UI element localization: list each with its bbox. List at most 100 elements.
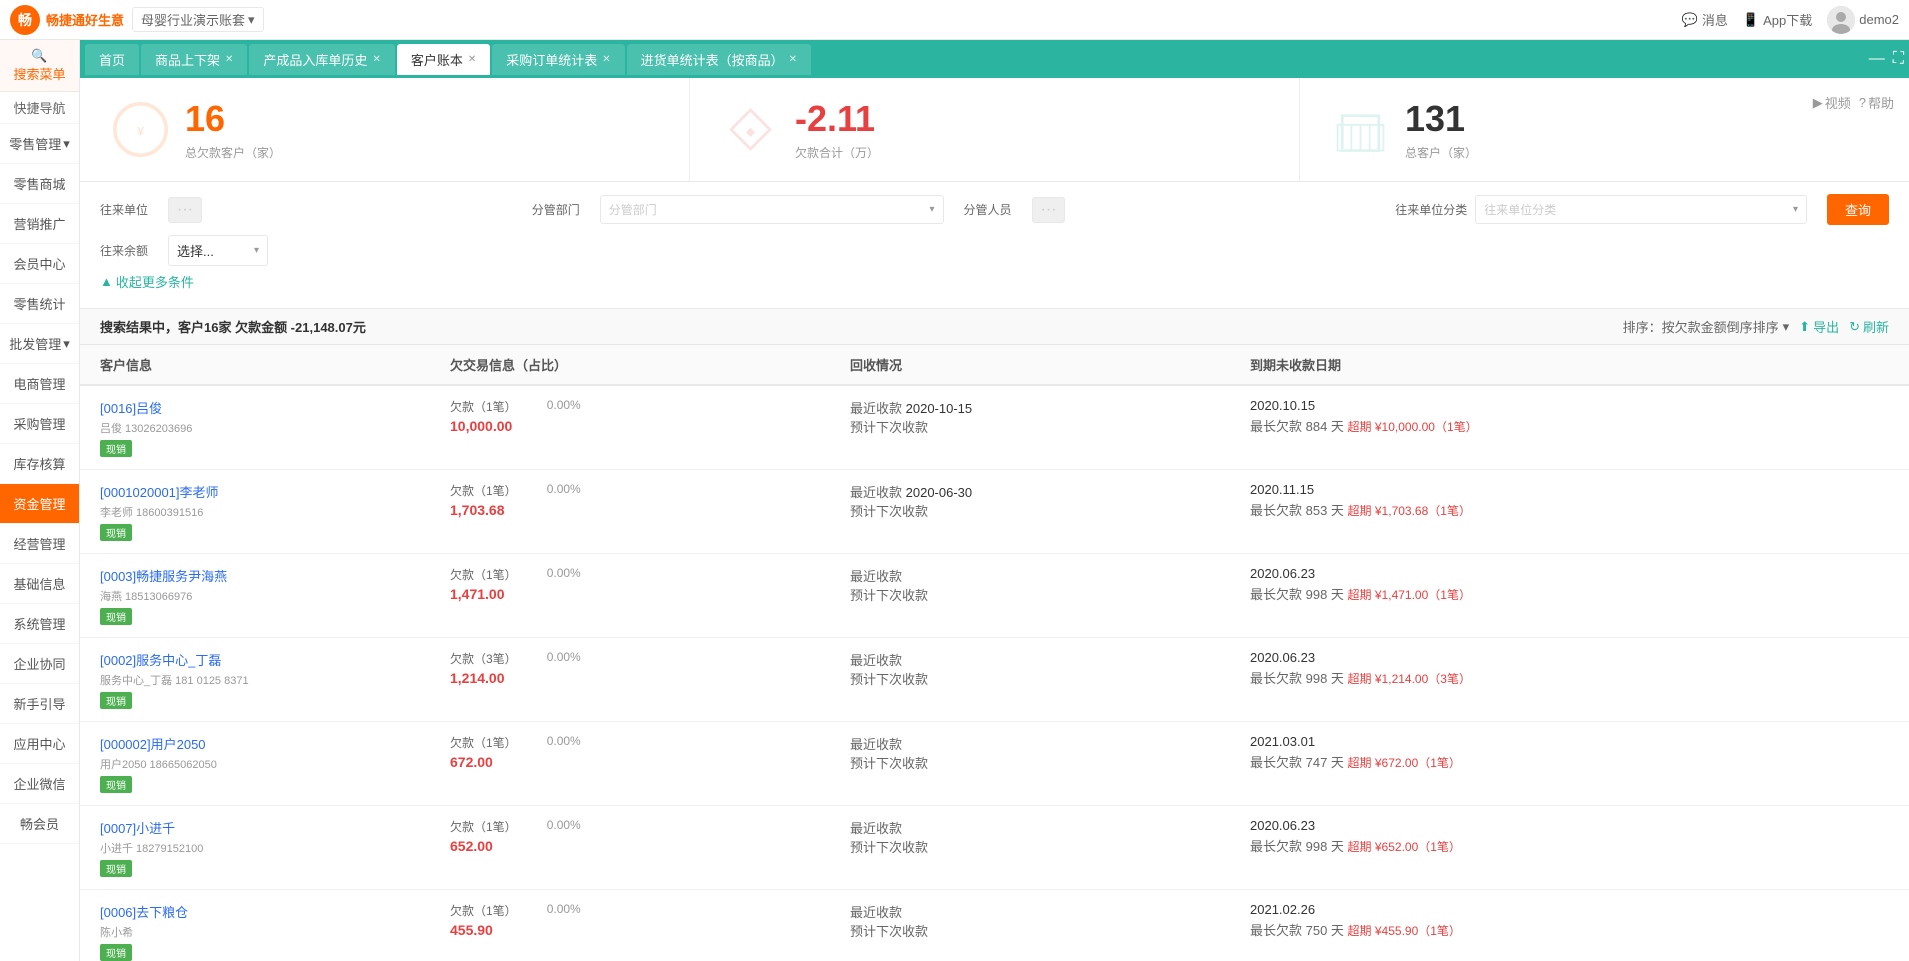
overdue-link-5[interactable]: 超期 ¥652.00（1笔） xyxy=(1348,840,1461,854)
video-help-btn[interactable]: ▶ 视频 xyxy=(1813,93,1851,112)
phone-icon: 📱 xyxy=(1743,12,1759,28)
sidebar-item-purchase[interactable]: 采购管理 xyxy=(0,404,79,444)
sidebar-item-marketing[interactable]: 营销推广 xyxy=(0,204,79,244)
debt-amount-2[interactable]: 1,471.00 xyxy=(450,586,517,602)
debt-amount-1[interactable]: 1,703.68 xyxy=(450,502,517,518)
sidebar-item-basic-info[interactable]: 基础信息 xyxy=(0,564,79,604)
customer-info-0: [0016]吕俊 吕俊 13026203696 现销 xyxy=(100,398,450,457)
table-row: [0006]去下粮仓 陈小希 现销 欠款（1笔） 455.90 0.00% xyxy=(80,890,1909,961)
sidebar-item-vip[interactable]: 畅会员 xyxy=(0,804,79,844)
tab-home[interactable]: 首页 xyxy=(85,44,139,75)
customer-info-1: [0001020001]李老师 李老师 18600391516 现销 xyxy=(100,482,450,541)
th-customer-info: 客户信息 xyxy=(100,355,450,374)
tab-inbound-stats[interactable]: 进货单统计表（按商品） ✕ xyxy=(627,44,811,75)
overdue-info-1: 2020.11.15 最长欠款 853 天 超期 ¥1,703.68（1笔） xyxy=(1250,482,1889,541)
sidebar-item-member[interactable]: 会员中心 xyxy=(0,244,79,284)
tab-purchase-order-stats[interactable]: 采购订单统计表 ✕ xyxy=(492,44,624,75)
table-row: [0001020001]李老师 李老师 18600391516 现销 欠款（1笔… xyxy=(80,470,1909,554)
overdue-link-3[interactable]: 超期 ¥1,214.00（3笔） xyxy=(1348,672,1471,686)
sidebar-item-retail-mall[interactable]: 零售商城 xyxy=(0,164,79,204)
debt-amount-3[interactable]: 1,214.00 xyxy=(450,670,517,686)
customer-name-link-6[interactable]: [0006]去下粮仓 xyxy=(100,905,188,920)
sidebar-item-guide[interactable]: 新手引导 xyxy=(0,684,79,724)
debt-cell-6: 欠款（1笔） 455.90 0.00% xyxy=(450,902,850,961)
overdue-info-4: 2021.03.01 最长欠款 747 天 超期 ¥672.00（1笔） xyxy=(1250,734,1889,793)
tab-customer-account[interactable]: 客户账本 ✕ xyxy=(397,44,490,75)
results-info: 搜索结果中，客户16家 欠款金额 -21,148.07元 xyxy=(100,317,366,336)
export-btn[interactable]: ⬆ 导出 xyxy=(1799,317,1839,336)
debt-amount-4[interactable]: 672.00 xyxy=(450,754,517,770)
sidebar-item-inventory[interactable]: 库存核算 xyxy=(0,444,79,484)
sort-select[interactable]: 排序：按欠款金额倒序排序 ▾ xyxy=(1623,317,1790,336)
debt-amount-5[interactable]: 652.00 xyxy=(450,838,517,854)
overdue-link-2[interactable]: 超期 ¥1,471.00（1笔） xyxy=(1348,588,1471,602)
export-icon: ⬆ xyxy=(1799,319,1810,335)
person-select-btn[interactable]: ··· xyxy=(1032,197,1066,223)
collapse-filter-btn[interactable]: ▲ 收起更多条件 xyxy=(100,272,1889,291)
debt-amount-6[interactable]: 455.90 xyxy=(450,922,517,938)
balance-select[interactable]: 选择... ▾ xyxy=(168,235,268,266)
stat-total-debt-label: 欠款合计（万） xyxy=(795,144,1269,161)
tab-maximize-btn[interactable]: ⛶ xyxy=(1893,50,1904,68)
tab-product-listing[interactable]: 商品上下架 ✕ xyxy=(141,44,247,75)
customer-name-link-1[interactable]: [0001020001]李老师 xyxy=(100,485,219,500)
filter-area: 往来单位 ··· 分管部门 分管部门 ▾ 分管人员 ··· xyxy=(80,182,1909,309)
th-debt-info: 欠交易信息（占比） xyxy=(450,355,850,374)
overdue-link-4[interactable]: 超期 ¥672.00（1笔） xyxy=(1348,756,1461,770)
user-avatar-btn[interactable]: demo2 xyxy=(1827,6,1899,34)
customer-name-link-4[interactable]: [000002]用户2050 xyxy=(100,737,206,752)
question-icon: ? xyxy=(1859,95,1866,110)
sidebar-item-wholesale-mgmt[interactable]: 批发管理▾ xyxy=(0,324,79,364)
overdue-link-6[interactable]: 超期 ¥455.90（1笔） xyxy=(1348,924,1461,938)
sidebar-item-wechat[interactable]: 企业微信 xyxy=(0,764,79,804)
tab-close-inbound[interactable]: ✕ xyxy=(789,54,797,65)
sidebar-item-operations[interactable]: 经营管理 xyxy=(0,524,79,564)
partner-select-btn[interactable]: ··· xyxy=(168,197,202,223)
overdue-link-1[interactable]: 超期 ¥1,703.68（1笔） xyxy=(1348,504,1471,518)
customer-name-link-2[interactable]: [0003]畅捷服务尹海燕 xyxy=(100,569,227,584)
th-collection-status: 回收情况 xyxy=(850,355,1250,374)
sidebar-item-finance[interactable]: 资金管理 xyxy=(0,484,79,524)
collection-cell-2: 最近收款 预计下次收款 xyxy=(850,566,1250,625)
sidebar-search[interactable]: 🔍 搜索菜单 xyxy=(0,40,79,92)
customer-name-link-5[interactable]: [0007]小进千 xyxy=(100,821,175,836)
sidebar-quick-nav[interactable]: 快捷导航 xyxy=(0,92,79,124)
message-btn[interactable]: 💬 消息 xyxy=(1682,10,1728,29)
category-select[interactable]: 往来单位分类 ▾ xyxy=(1475,195,1807,224)
tab-close-production[interactable]: ✕ xyxy=(372,54,380,65)
search-btn[interactable]: 查询 xyxy=(1827,194,1889,225)
tab-production-history[interactable]: 产成品入库单历史 ✕ xyxy=(249,44,394,75)
results-bar: 搜索结果中，客户16家 欠款金额 -21,148.07元 排序：按欠款金额倒序排… xyxy=(80,309,1909,345)
tab-close-purchase[interactable]: ✕ xyxy=(602,54,610,65)
department-select[interactable]: 分管部门 ▾ xyxy=(600,195,944,224)
tab-close-customer[interactable]: ✕ xyxy=(468,54,476,65)
sidebar-item-ecommerce[interactable]: 电商管理 xyxy=(0,364,79,404)
debt-cell-4: 欠款（1笔） 672.00 0.00% xyxy=(450,734,850,793)
tab-close-product-listing[interactable]: ✕ xyxy=(225,54,233,65)
stat-card-total-customers: 131 总客户（家） ▶ 视频 ? 帮助 xyxy=(1300,78,1909,181)
overdue-link-0[interactable]: 超期 ¥10,000.00（1笔） xyxy=(1348,420,1478,434)
customer-name-link-0[interactable]: [0016]吕俊 xyxy=(100,401,162,416)
department-arrow-icon: ▾ xyxy=(929,204,934,215)
debt-amount-0[interactable]: 10,000.00 xyxy=(450,418,517,434)
table-row: [0007]小进千 小进千 18279152100 现销 欠款（1笔） 652.… xyxy=(80,806,1909,890)
stat-card-total-debt: ◆ -2.11 欠款合计（万） xyxy=(690,78,1300,181)
th-due-date: 到期未收款日期 xyxy=(1250,355,1889,374)
tab-minimize-btn[interactable]: — xyxy=(1869,50,1885,68)
refresh-icon: ↻ xyxy=(1849,319,1860,335)
sidebar-item-app-center[interactable]: 应用中心 xyxy=(0,724,79,764)
app-download-btn[interactable]: 📱 App下载 xyxy=(1743,10,1812,29)
yuan-circle-icon: ¥ xyxy=(110,100,170,160)
filter-partner: 往来单位 ··· xyxy=(100,197,512,223)
customer-badge-3: 现销 xyxy=(100,692,132,709)
customer-badge-4: 现销 xyxy=(100,776,132,793)
sidebar-item-enterprise[interactable]: 企业协同 xyxy=(0,644,79,684)
refresh-btn[interactable]: ↻ 刷新 xyxy=(1849,317,1889,336)
store-selector[interactable]: 母婴行业演示账套 ▾ xyxy=(132,7,264,32)
sidebar-item-retail-stats[interactable]: 零售统计 xyxy=(0,284,79,324)
customer-name-link-3[interactable]: [0002]服务中心_丁磊 xyxy=(100,653,221,668)
sidebar-item-system[interactable]: 系统管理 xyxy=(0,604,79,644)
help-btn[interactable]: ? 帮助 xyxy=(1859,93,1894,112)
sidebar-item-retail-mgmt[interactable]: 零售管理▾ xyxy=(0,124,79,164)
app-logo: 畅 xyxy=(10,5,40,35)
